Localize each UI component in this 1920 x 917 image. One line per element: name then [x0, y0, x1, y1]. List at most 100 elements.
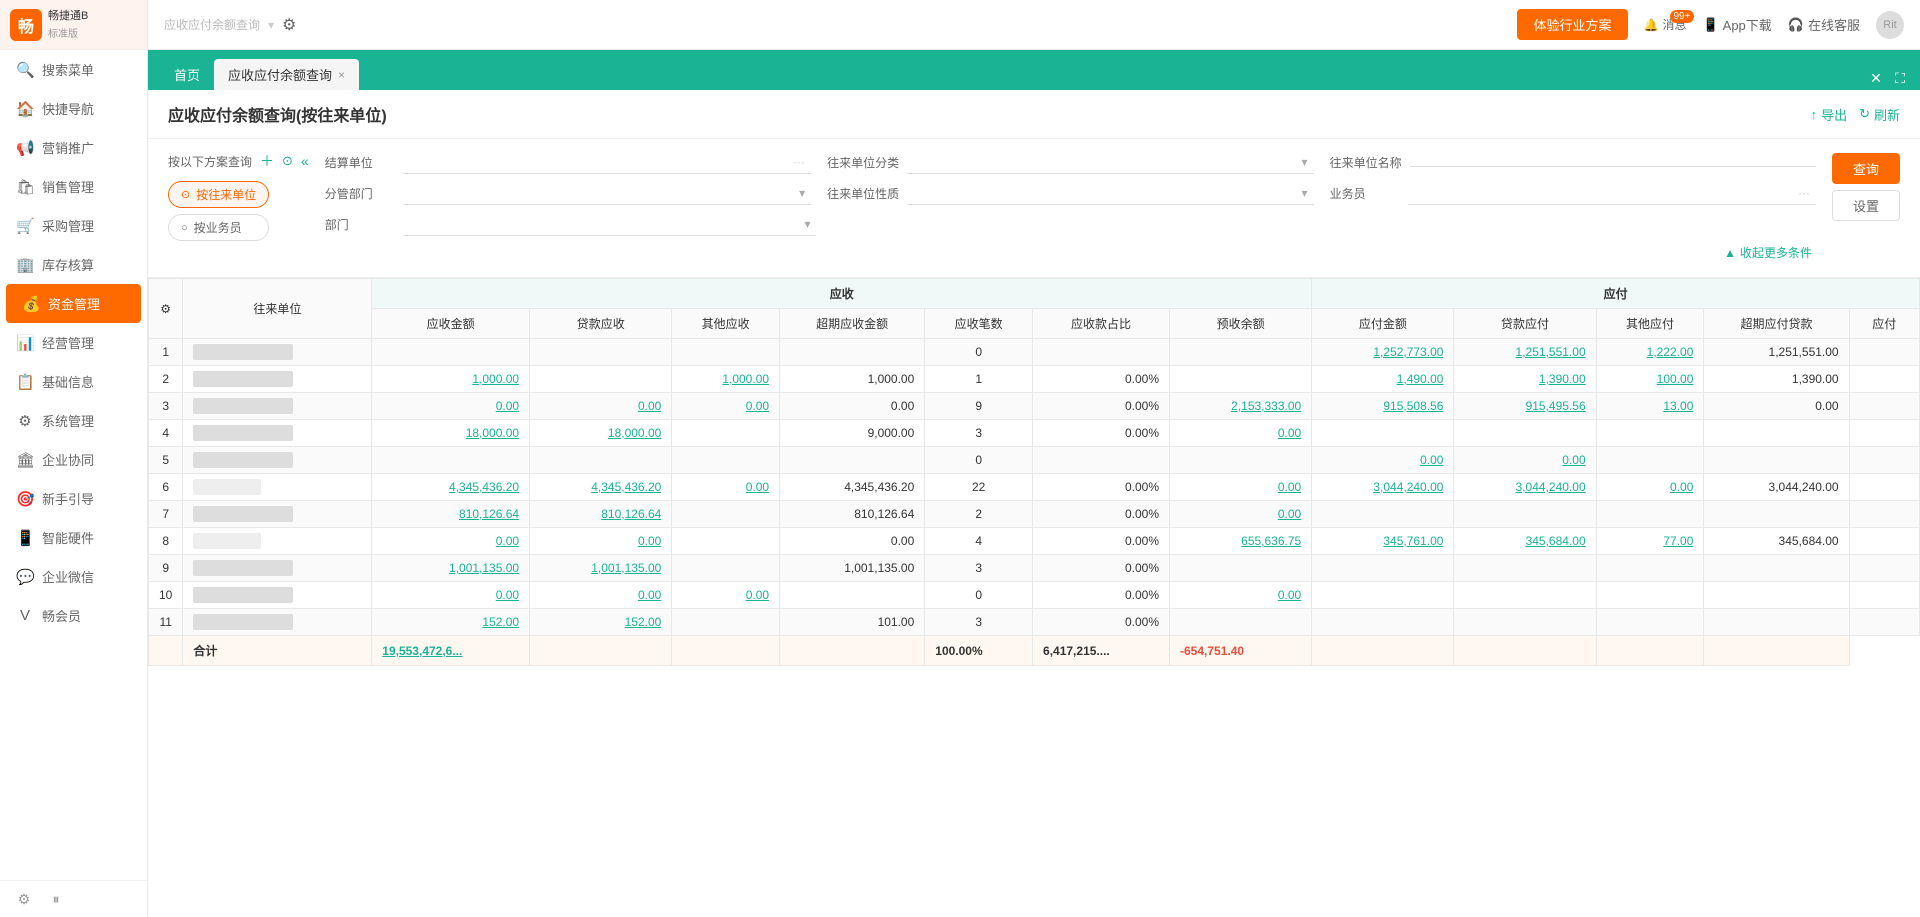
header-breadcrumb: 应收应付余额查询 ▾ ⚙	[164, 15, 1505, 35]
main-content: 应收应付余额查询(按往来单位) ↑ 导出 ↻ 刷新 按以下方案查询 ＋ ⊙ «	[148, 90, 1920, 917]
filter-target-icon[interactable]: ⊙	[282, 153, 293, 169]
tab-home[interactable]: 首页	[160, 59, 214, 90]
sidebar-item-marketing[interactable]: 📢营销推广	[0, 128, 147, 167]
th-ar-group: 应收	[372, 279, 1312, 309]
service-btn[interactable]: 🎧 在线客服	[1788, 15, 1860, 34]
sidebar-label-basic: 基础信息	[42, 372, 94, 391]
query-btn[interactable]: 查询	[1832, 153, 1900, 184]
filter-header: 按以下方案查询 ＋ ⊙ «	[168, 151, 309, 171]
filter-collapse-left-icon[interactable]: «	[301, 153, 309, 169]
scheme-salesperson[interactable]: ○ 按业务员	[168, 214, 269, 241]
sidebar-icon-enterprise: 🏛	[16, 451, 34, 469]
filter-schemes: ⊙ 按往来单位 ○ 按业务员	[168, 181, 309, 241]
unit-nature-input[interactable]: ▾	[907, 182, 1313, 205]
salesperson-input[interactable]: ···	[1408, 182, 1816, 205]
partner-name	[183, 609, 372, 636]
filter-area: 按以下方案查询 ＋ ⊙ « ⊙ 按往来单位 ○ 按业务员	[148, 139, 1920, 278]
sidebar-icon-marketing: 📢	[16, 139, 34, 157]
partner-name	[183, 501, 372, 528]
table-row: 6Z4,345,436.204,345,436.200.004,345,436.…	[149, 474, 1920, 501]
sidebar-item-fund[interactable]: 💰资金管理	[6, 284, 141, 323]
settlement-input[interactable]: ···	[403, 151, 811, 174]
sidebar-label-purchase: 采购管理	[42, 216, 94, 235]
table-row: 5 00.000.00	[149, 447, 1920, 474]
scheme-partner[interactable]: ⊙ 按往来单位	[168, 181, 269, 208]
page-header: 应收应付余额查询(按往来单位) ↑ 导出 ↻ 刷新	[148, 90, 1920, 139]
refresh-icon: ↻	[1859, 106, 1870, 122]
filter-dept: 分管部门 ▾	[325, 182, 811, 205]
department-input[interactable]: ▾	[403, 213, 817, 236]
sidebar: 畅 畅捷通B 标准版 🔍搜索菜单🏠快捷导航📢营销推广🛍销售管理🛒采购管理🏢库存核…	[0, 0, 148, 917]
collapse-more-btn[interactable]: ▲ 收起更多条件	[1720, 240, 1816, 265]
export-label: 导出	[1821, 105, 1847, 124]
sidebar-item-inventory[interactable]: 🏢库存核算	[0, 245, 147, 284]
maximize-icon[interactable]: ⛶	[1892, 70, 1908, 86]
unit-cat-input[interactable]: ▾	[907, 151, 1313, 174]
partner-name: Z	[183, 474, 372, 501]
filter-add-icon[interactable]: ＋	[260, 151, 274, 171]
table-row: 11 152.00152.00101.0030.00%	[149, 609, 1920, 636]
sidebar-item-member[interactable]: V畅会员	[0, 596, 147, 635]
top-header: 应收应付余额查询 ▾ ⚙ 体验行业方案 🔔 消息 99+ 📱 App下载 🎧 在…	[148, 0, 1920, 50]
footer-ar-total[interactable]: 19,553,472,6...	[372, 636, 530, 666]
partner-name	[183, 339, 372, 366]
sidebar-label-smart: 智能硬件	[42, 528, 94, 547]
sidebar-item-basic[interactable]: 📋 基础信息	[0, 362, 147, 401]
sidebar-icon-search-menu: 🔍	[16, 61, 34, 79]
tab-ar-ap[interactable]: 应收应付余额查询 ×	[214, 59, 359, 90]
th-ar-loan: 贷款应收	[530, 309, 672, 339]
dept-input[interactable]: ▾	[403, 182, 811, 205]
filter-settlement: 结算单位 ···	[325, 151, 811, 174]
table-row: 9 1,001,135.001,001,135.001,001,135.0030…	[149, 555, 1920, 582]
footer-ar-prepay: 6,417,215....	[1033, 636, 1170, 666]
tab-close-icon[interactable]: ×	[338, 68, 345, 82]
trial-btn[interactable]: 体验行业方案	[1517, 9, 1627, 40]
footer-collapse-icon[interactable]: ⏸	[48, 891, 64, 907]
close-window-icon[interactable]: ✕	[1868, 70, 1884, 86]
unit-name-label: 往来单位名称	[1330, 154, 1402, 171]
sidebar-item-search-menu[interactable]: 🔍搜索菜单	[0, 50, 147, 89]
sidebar-item-system[interactable]: ⚙系统管理	[0, 401, 147, 440]
th-ar-ratio: 应收款占比	[1033, 309, 1170, 339]
unit-name-input[interactable]	[1410, 158, 1816, 167]
sidebar-icon-basic: 📋	[16, 373, 34, 391]
message-btn[interactable]: 🔔 消息 99+	[1644, 16, 1687, 33]
app-download-btn[interactable]: 📱 App下载	[1702, 15, 1771, 34]
sidebar-logo: 畅 畅捷通B 标准版	[0, 0, 147, 50]
logo-icon: 畅	[10, 9, 42, 41]
settings-icon: ⚙	[160, 302, 171, 316]
th-ap-overdue: 超期应付贷款	[1704, 309, 1849, 339]
export-btn[interactable]: ↑ 导出	[1811, 105, 1848, 124]
filter-unit-cat: 往来单位分类 ▾	[827, 151, 1313, 174]
export-icon: ↑	[1811, 107, 1818, 122]
th-ar-amount: 应收金额	[372, 309, 530, 339]
footer-settings-icon[interactable]: ⚙	[16, 891, 32, 907]
header-gear-icon[interactable]: ⚙	[282, 15, 296, 35]
breadcrumb-chevron: ▾	[268, 18, 274, 32]
department-label: 部门	[325, 216, 395, 233]
table-container: ⚙ 往来单位 应收 应付 应收金额 贷款应收 其他应收 超期应收金额 应收笔数 …	[148, 278, 1920, 917]
sidebar-item-wechat[interactable]: 💬企业微信	[0, 557, 147, 596]
filter-row-1: 结算单位 ··· 往来单位分类 ▾ 往来单位名称	[325, 151, 1816, 174]
refresh-btn[interactable]: ↻ 刷新	[1859, 105, 1900, 124]
user-info[interactable]: Rit	[1876, 11, 1904, 39]
message-badge: 99+	[1670, 10, 1695, 23]
sidebar-item-purchase[interactable]: 🛒采购管理	[0, 206, 147, 245]
sidebar-item-enterprise[interactable]: 🏛企业协同	[0, 440, 147, 479]
tabs-bar: 首页 应收应付余额查询 × ✕ ⛶	[148, 50, 1920, 90]
sidebar-item-smart[interactable]: 📱智能硬件	[0, 518, 147, 557]
sidebar-item-quick-nav[interactable]: 🏠快捷导航	[0, 89, 147, 128]
settings-config-btn[interactable]: 设置	[1832, 190, 1900, 221]
collapse-icon: ▲	[1724, 246, 1736, 260]
sidebar-item-operation[interactable]: 📊经营管理	[0, 323, 147, 362]
sidebar-footer: ⚙ ⏸	[0, 880, 147, 917]
sidebar-item-guide[interactable]: 🎯新手引导	[0, 479, 147, 518]
filter-row-2: 分管部门 ▾ 往来单位性质 ▾ 业务员 ···	[325, 182, 1816, 205]
sidebar-icon-fund: 💰	[22, 295, 40, 313]
sidebar-item-sales[interactable]: 🛍销售管理	[0, 167, 147, 206]
footer-empty5	[1312, 636, 1454, 666]
logo-name: 畅捷通B	[48, 9, 88, 24]
th-ap-loan: 贷款应付	[1454, 309, 1596, 339]
th-ap-amount: 应付金额	[1312, 309, 1454, 339]
th-settings[interactable]: ⚙	[149, 279, 183, 339]
